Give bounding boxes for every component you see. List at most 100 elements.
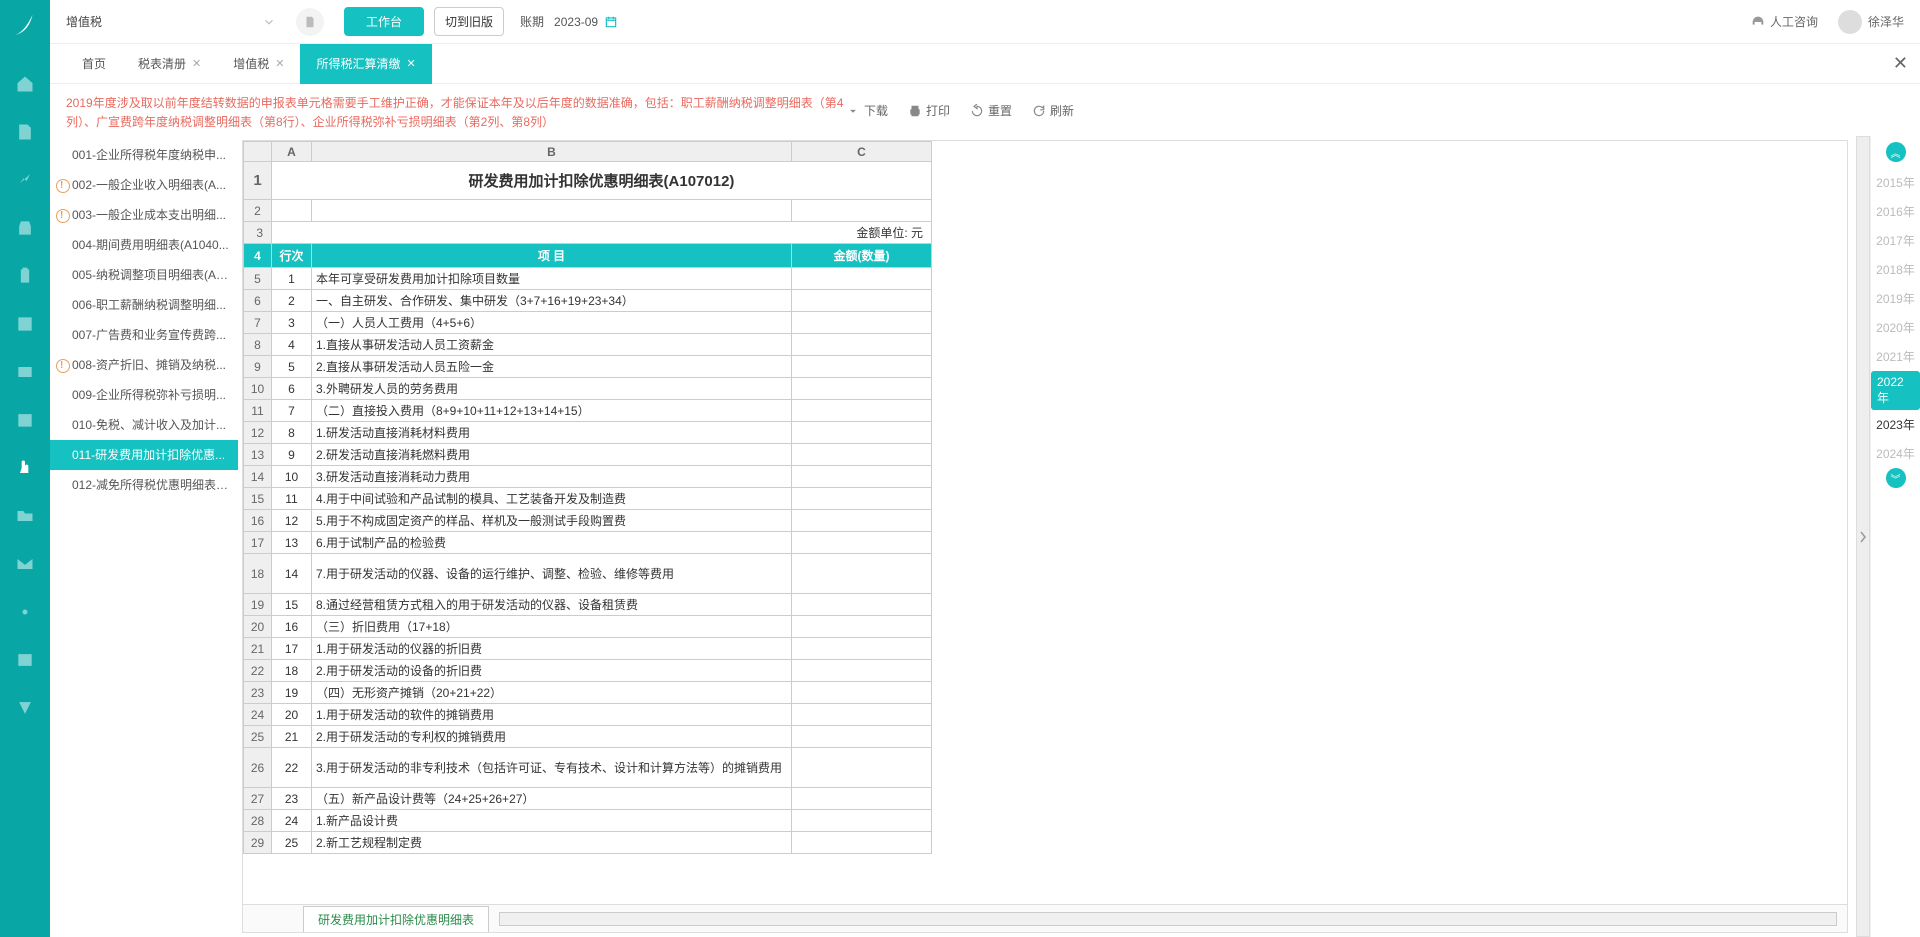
row-seq[interactable]: 7: [272, 400, 312, 422]
nav-settings-icon[interactable]: [15, 602, 35, 622]
year-item[interactable]: 2021年: [1876, 342, 1915, 371]
row-amount[interactable]: [792, 682, 932, 704]
row-desc[interactable]: 1.直接从事研发活动人员工资薪金: [312, 334, 792, 356]
row-desc[interactable]: （五）新产品设计费等（24+25+26+27）: [312, 788, 792, 810]
row-header[interactable]: 15: [244, 488, 272, 510]
sheet-tab[interactable]: 研发费用加计扣除优惠明细表: [303, 906, 489, 932]
row-amount[interactable]: [792, 594, 932, 616]
row-header[interactable]: 17: [244, 532, 272, 554]
row-header[interactable]: 24: [244, 704, 272, 726]
expand-sheet-handle[interactable]: [1856, 136, 1870, 937]
row-seq[interactable]: 23: [272, 788, 312, 810]
row-seq[interactable]: 14: [272, 554, 312, 594]
form-list-item[interactable]: 012-减免所得税优惠明细表(...: [50, 470, 238, 500]
row-seq[interactable]: 3: [272, 312, 312, 334]
tab-税表清册[interactable]: 税表清册✕: [122, 44, 217, 84]
nav-video-icon[interactable]: [15, 650, 35, 670]
row-amount[interactable]: [792, 268, 932, 290]
row-seq[interactable]: 20: [272, 704, 312, 726]
row-header[interactable]: 19: [244, 594, 272, 616]
form-list-item[interactable]: 003-一般企业成本支出明细...: [50, 200, 238, 230]
nav-folder-icon[interactable]: [15, 506, 35, 526]
form-list-item[interactable]: 001-企业所得税年度纳税申...: [50, 140, 238, 170]
row-desc[interactable]: （三）折旧费用（17+18）: [312, 616, 792, 638]
row-seq[interactable]: 4: [272, 334, 312, 356]
row-amount[interactable]: [792, 704, 932, 726]
nav-hand-icon[interactable]: [15, 458, 35, 478]
row-header[interactable]: 26: [244, 748, 272, 788]
row-header[interactable]: 2: [244, 200, 272, 222]
col-header[interactable]: C: [792, 142, 932, 162]
row-desc[interactable]: 1.用于研发活动的仪器的折旧费: [312, 638, 792, 660]
row-seq[interactable]: 17: [272, 638, 312, 660]
row-seq[interactable]: 21: [272, 726, 312, 748]
row-desc[interactable]: （四）无形资产摊销（20+21+22）: [312, 682, 792, 704]
row-header[interactable]: 21: [244, 638, 272, 660]
row-header[interactable]: 16: [244, 510, 272, 532]
form-list-item[interactable]: 005-纳税调整项目明细表(A1...: [50, 260, 238, 290]
row-amount[interactable]: [792, 444, 932, 466]
row-desc[interactable]: 2.研发活动直接消耗燃料费用: [312, 444, 792, 466]
row-header[interactable]: 5: [244, 268, 272, 290]
form-list-item[interactable]: 008-资产折旧、摊销及纳税...: [50, 350, 238, 380]
horizontal-scrollbar[interactable]: [499, 912, 1837, 926]
row-amount[interactable]: [792, 400, 932, 422]
row-seq[interactable]: 10: [272, 466, 312, 488]
nav-report-icon[interactable]: [15, 314, 35, 334]
row-desc[interactable]: 5.用于不构成固定资产的样品、样机及一般测试手段购置费: [312, 510, 792, 532]
row-header[interactable]: 22: [244, 660, 272, 682]
row-header[interactable]: 9: [244, 356, 272, 378]
row-seq[interactable]: 16: [272, 616, 312, 638]
row-seq[interactable]: 11: [272, 488, 312, 510]
row-seq[interactable]: 18: [272, 660, 312, 682]
row-header[interactable]: 11: [244, 400, 272, 422]
tab-close-icon[interactable]: ✕: [407, 57, 416, 70]
row-header[interactable]: 3: [244, 222, 272, 244]
year-scroll-up[interactable]: ︽: [1886, 142, 1906, 162]
switch-old-button[interactable]: 切到旧版: [434, 7, 504, 36]
form-list-item[interactable]: 004-期间费用明细表(A1040...: [50, 230, 238, 260]
row-seq[interactable]: 12: [272, 510, 312, 532]
row-amount[interactable]: [792, 466, 932, 488]
row-seq[interactable]: 15: [272, 594, 312, 616]
year-item[interactable]: 2016年: [1876, 197, 1915, 226]
user-menu[interactable]: 徐泽华: [1838, 10, 1904, 34]
row-header[interactable]: 13: [244, 444, 272, 466]
row-header[interactable]: 1: [244, 162, 272, 200]
row-desc[interactable]: 1.新产品设计费: [312, 810, 792, 832]
row-amount[interactable]: [792, 422, 932, 444]
row-header[interactable]: 27: [244, 788, 272, 810]
nav-bag-icon[interactable]: [15, 218, 35, 238]
year-item[interactable]: 2020年: [1876, 313, 1915, 342]
row-seq[interactable]: 19: [272, 682, 312, 704]
nav-mail-icon[interactable]: [15, 554, 35, 574]
row-seq[interactable]: 22: [272, 748, 312, 788]
row-desc[interactable]: 8.通过经营租赁方式租入的用于研发活动的仪器、设备租赁费: [312, 594, 792, 616]
row-desc[interactable]: 3.外聘研发人员的劳务费用: [312, 378, 792, 400]
row-desc[interactable]: （二）直接投入费用（8+9+10+11+12+13+14+15）: [312, 400, 792, 422]
sheet-scroll[interactable]: ABC1研发费用加计扣除优惠明细表(A107012)23金额单位: 元4行次项 …: [243, 141, 1847, 904]
document-button[interactable]: [296, 8, 324, 36]
form-list-item[interactable]: 010-免税、减计收入及加计...: [50, 410, 238, 440]
row-seq[interactable]: 8: [272, 422, 312, 444]
row-seq[interactable]: 6: [272, 378, 312, 400]
support-button[interactable]: 人工咨询: [1750, 13, 1818, 30]
row-desc[interactable]: 本年可享受研发费用加计扣除项目数量: [312, 268, 792, 290]
row-header[interactable]: 29: [244, 832, 272, 854]
form-list-item[interactable]: 002-一般企业收入明细表(A...: [50, 170, 238, 200]
row-desc[interactable]: 2.用于研发活动的专利权的摊销费用: [312, 726, 792, 748]
col-header[interactable]: B: [312, 142, 792, 162]
workbench-button[interactable]: 工作台: [344, 7, 424, 36]
row-amount[interactable]: [792, 378, 932, 400]
calendar-icon[interactable]: [604, 15, 618, 29]
row-amount[interactable]: [792, 660, 932, 682]
nav-v-icon[interactable]: [15, 698, 35, 718]
year-item[interactable]: 2022年: [1871, 371, 1920, 410]
year-item[interactable]: 2017年: [1876, 226, 1915, 255]
year-scroll-down[interactable]: ︾: [1886, 468, 1906, 488]
tab-close-icon[interactable]: ✕: [192, 57, 201, 70]
row-desc[interactable]: 7.用于研发活动的仪器、设备的运行维护、调整、检验、维修等费用: [312, 554, 792, 594]
row-desc[interactable]: 6.用于试制产品的检验费: [312, 532, 792, 554]
reset-button[interactable]: 重置: [970, 102, 1012, 119]
year-item[interactable]: 2024年: [1876, 439, 1915, 468]
